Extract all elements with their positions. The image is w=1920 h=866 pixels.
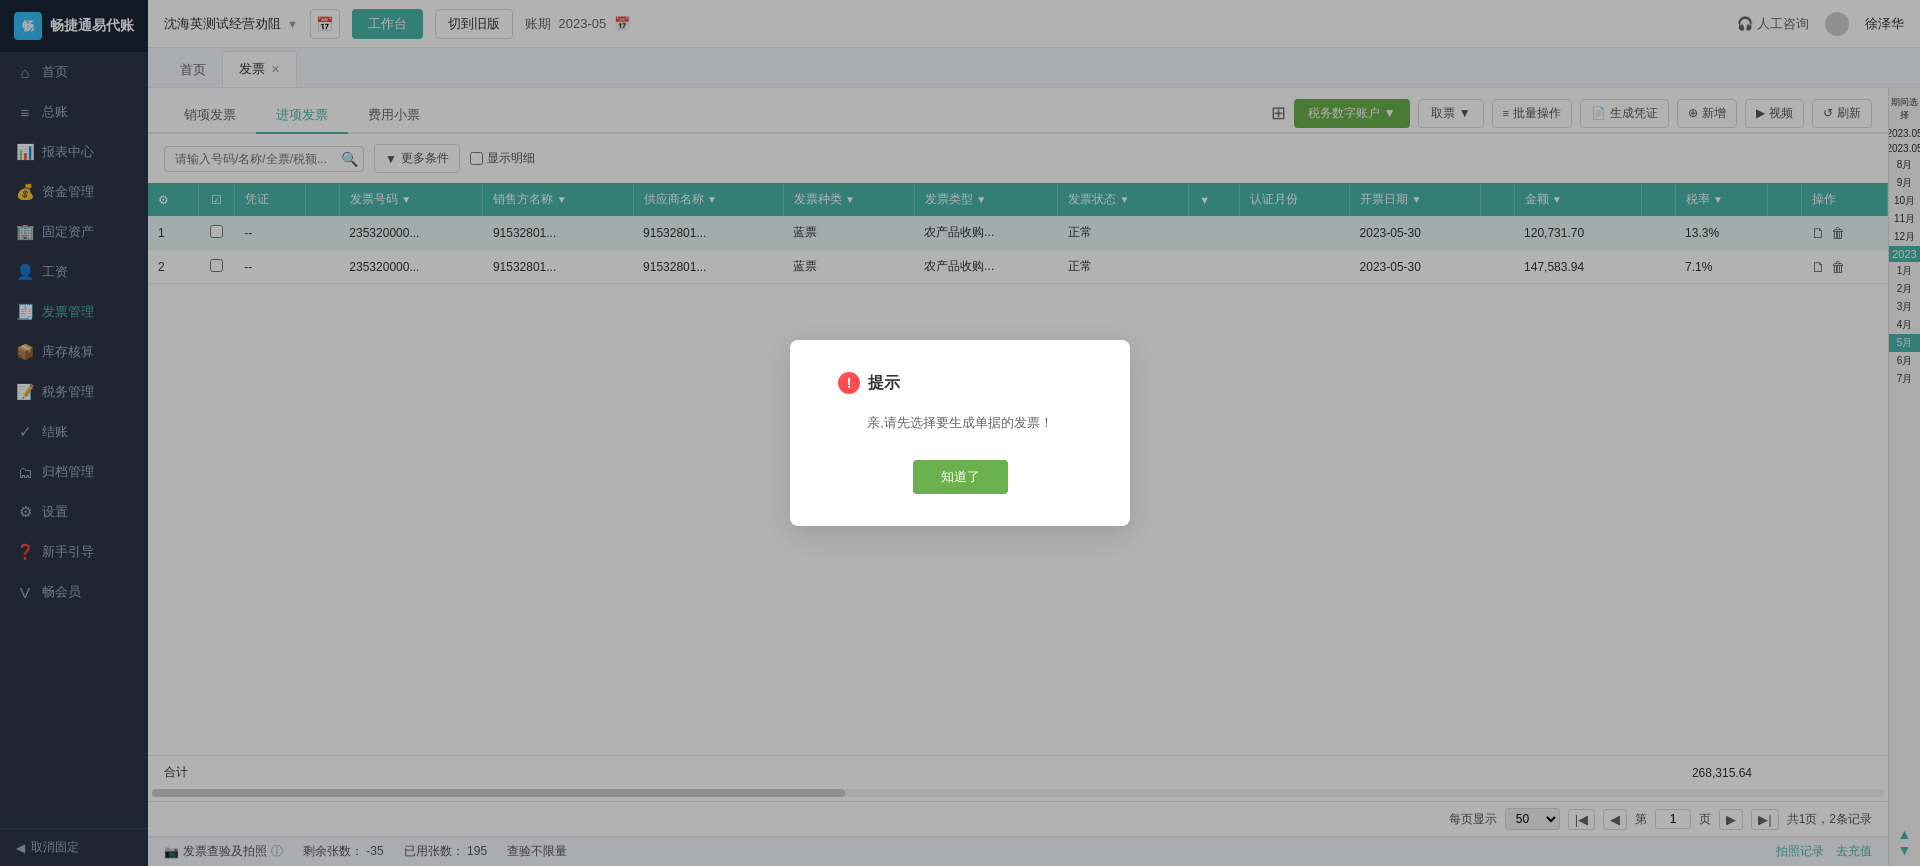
modal-ok-button[interactable]: 知道了 [913, 460, 1008, 494]
modal-message: 亲,请先选择要生成单据的发票！ [838, 414, 1082, 432]
modal-dialog: ! 提示 亲,请先选择要生成单据的发票！ 知道了 [790, 340, 1130, 526]
modal-title: 提示 [868, 373, 900, 394]
modal-overlay[interactable]: ! 提示 亲,请先选择要生成单据的发票！ 知道了 [0, 0, 1920, 866]
modal-title-row: ! 提示 [838, 372, 1082, 394]
modal-warning-icon: ! [838, 372, 860, 394]
